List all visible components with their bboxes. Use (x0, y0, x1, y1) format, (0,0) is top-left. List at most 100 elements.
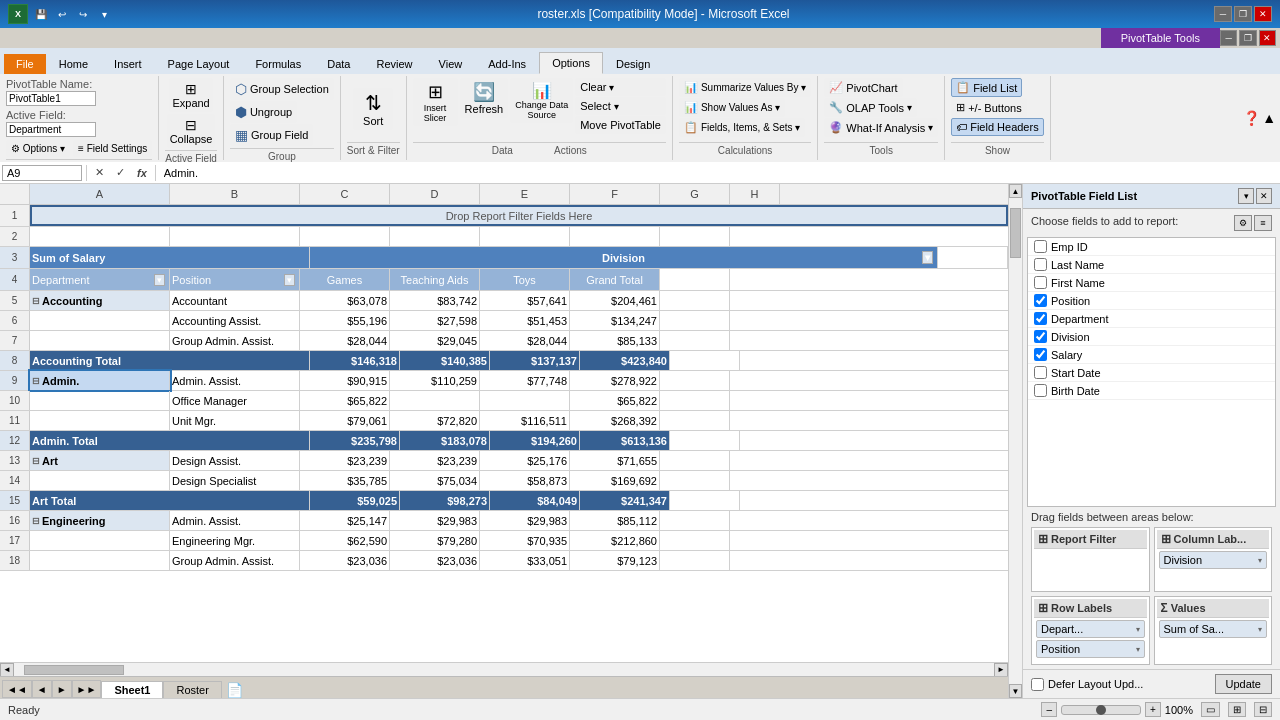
cell-C7[interactable]: $28,044 (300, 331, 390, 350)
tab-design[interactable]: Design (603, 53, 663, 74)
cell-E14[interactable]: $58,873 (480, 471, 570, 490)
cell-E12[interactable]: $194,260 (490, 431, 580, 450)
field-list-button[interactable]: 📋 Field List (951, 78, 1022, 97)
cell-G11[interactable] (660, 411, 730, 430)
tab-options[interactable]: Options (539, 52, 603, 74)
cell-D15[interactable]: $98,273 (400, 491, 490, 510)
cell-C12[interactable]: $235,798 (310, 431, 400, 450)
cell-A12[interactable]: Admin. Total (30, 431, 310, 450)
sum-salary-chip-menu[interactable]: ▾ (1258, 625, 1262, 634)
cell-B2[interactable] (170, 227, 300, 246)
cell-F16[interactable]: $85,112 (570, 511, 660, 530)
cell-G9[interactable] (660, 371, 730, 390)
sheet-nav-left[interactable]: ◄ (32, 680, 52, 698)
cell-D10[interactable] (390, 391, 480, 410)
ribbon-help-btn[interactable]: ❓ (1243, 110, 1260, 126)
col-header-E[interactable]: E (480, 184, 570, 204)
cell-G4[interactable] (660, 269, 730, 290)
collapse-icon-16[interactable]: ⊟ (32, 516, 40, 526)
confirm-formula-icon[interactable]: ✓ (112, 166, 129, 179)
row-7[interactable]: 7 Group Admin. Assist. $28,044 $29,045 $… (0, 331, 1008, 351)
defer-checkbox[interactable] (1031, 678, 1044, 691)
cell-B18[interactable]: Group Admin. Assist. (170, 551, 300, 570)
h-scrollbar[interactable]: ◄ ► (0, 662, 1008, 676)
zoom-out-btn[interactable]: – (1041, 702, 1057, 717)
field-last-name[interactable]: Last Name (1028, 256, 1275, 274)
cell-D14[interactable]: $75,034 (390, 471, 480, 490)
customize-btn[interactable]: ▾ (95, 6, 113, 22)
rownum-9[interactable]: 9 (0, 371, 30, 390)
sheet-tab-sheet1[interactable]: Sheet1 (101, 681, 163, 698)
cell-E4[interactable]: Toys (480, 269, 570, 290)
cell-C11[interactable]: $79,061 (300, 411, 390, 430)
row-16[interactable]: 16 ⊟ Engineering Admin. Assist. $25,147 … (0, 511, 1008, 531)
row-12[interactable]: 12 Admin. Total $235,798 $183,078 $194,2… (0, 431, 1008, 451)
cell-A11[interactable] (30, 411, 170, 430)
cell-B6[interactable]: Accounting Assist. (170, 311, 300, 330)
field-salary-checkbox[interactable] (1034, 348, 1047, 361)
cell-G10[interactable] (660, 391, 730, 410)
collapse-icon-5[interactable]: ⊟ (32, 296, 40, 306)
cell-G17[interactable] (660, 531, 730, 550)
field-emp-id[interactable]: Emp ID (1028, 238, 1275, 256)
cell-D4[interactable]: Teaching Aids (390, 269, 480, 290)
cell-A5[interactable]: ⊟ Accounting (30, 291, 170, 310)
cell-B7[interactable]: Group Admin. Assist. (170, 331, 300, 350)
active-field-input[interactable] (6, 122, 96, 137)
cell-F18[interactable]: $79,123 (570, 551, 660, 570)
cell-B16[interactable]: Admin. Assist. (170, 511, 300, 530)
change-data-source-button[interactable]: 📊 Change DataSource (510, 78, 573, 123)
cell-C13[interactable]: $23,239 (300, 451, 390, 470)
app-min-btn[interactable]: ─ (1220, 30, 1237, 46)
cell-G15[interactable] (670, 491, 740, 510)
cell-C8[interactable]: $146,318 (310, 351, 400, 370)
zoom-thumb[interactable] (1096, 705, 1106, 715)
area-report-filter[interactable]: ⊞ Report Filter (1031, 527, 1150, 592)
cell-F7[interactable]: $85,133 (570, 331, 660, 350)
cell-C18[interactable]: $23,036 (300, 551, 390, 570)
clear-button[interactable]: Clear ▾ (575, 78, 666, 96)
scroll-up-btn[interactable]: ▲ (1009, 184, 1022, 198)
save-btn[interactable]: 💾 (32, 6, 50, 22)
field-department-checkbox[interactable] (1034, 312, 1047, 325)
cell-E9[interactable]: $77,748 (480, 371, 570, 390)
cell-E15[interactable]: $84,049 (490, 491, 580, 510)
cell-A1[interactable]: Drop Report Filter Fields Here (30, 205, 1008, 226)
cell-F4[interactable]: Grand Total (570, 269, 660, 290)
division-chip[interactable]: Division ▾ (1159, 551, 1268, 569)
group-selection-button[interactable]: ⬡ Group Selection (230, 78, 334, 100)
cell-F10[interactable]: $65,822 (570, 391, 660, 410)
restore-btn[interactable]: ❐ (1234, 6, 1252, 22)
scroll-right-btn[interactable]: ► (994, 663, 1008, 677)
col-header-B[interactable]: B (170, 184, 300, 204)
sheet-nav-next[interactable]: ►► (72, 680, 102, 698)
area-column-labels[interactable]: ⊞ Column Lab... Division ▾ (1154, 527, 1273, 592)
position-chip-menu[interactable]: ▾ (1136, 645, 1140, 654)
cell-A9[interactable]: ⊟ Admin. (30, 371, 170, 390)
field-list-icon-2[interactable]: ≡ (1254, 215, 1272, 231)
close-btn[interactable]: ✕ (1254, 6, 1272, 22)
rownum-18[interactable]: 18 (0, 551, 30, 570)
cell-F13[interactable]: $71,655 (570, 451, 660, 470)
cell-B17[interactable]: Engineering Mgr. (170, 531, 300, 550)
cell-G14[interactable] (660, 471, 730, 490)
cell-C17[interactable]: $62,590 (300, 531, 390, 550)
cell-G18[interactable] (660, 551, 730, 570)
scroll-down-btn[interactable]: ▼ (1009, 684, 1022, 698)
expand-field-button[interactable]: ⊞ Expand (169, 78, 212, 112)
h-scroll-thumb[interactable] (24, 665, 124, 675)
field-start-date[interactable]: Start Date (1028, 364, 1275, 382)
insert-sheet-btn[interactable]: 📄 (222, 682, 243, 698)
cell-G8[interactable] (670, 351, 740, 370)
cell-D18[interactable]: $23,036 (390, 551, 480, 570)
cell-G2[interactable] (660, 227, 730, 246)
formula-input[interactable] (160, 167, 1278, 179)
tab-formulas[interactable]: Formulas (242, 53, 314, 74)
tab-page-layout[interactable]: Page Layout (155, 53, 243, 74)
cell-A14[interactable] (30, 471, 170, 490)
cell-G16[interactable] (660, 511, 730, 530)
show-values-as-button[interactable]: 📊 Show Values As ▾ (679, 98, 785, 117)
cell-A6[interactable] (30, 311, 170, 330)
rownum-10[interactable]: 10 (0, 391, 30, 410)
cell-E7[interactable]: $28,044 (480, 331, 570, 350)
